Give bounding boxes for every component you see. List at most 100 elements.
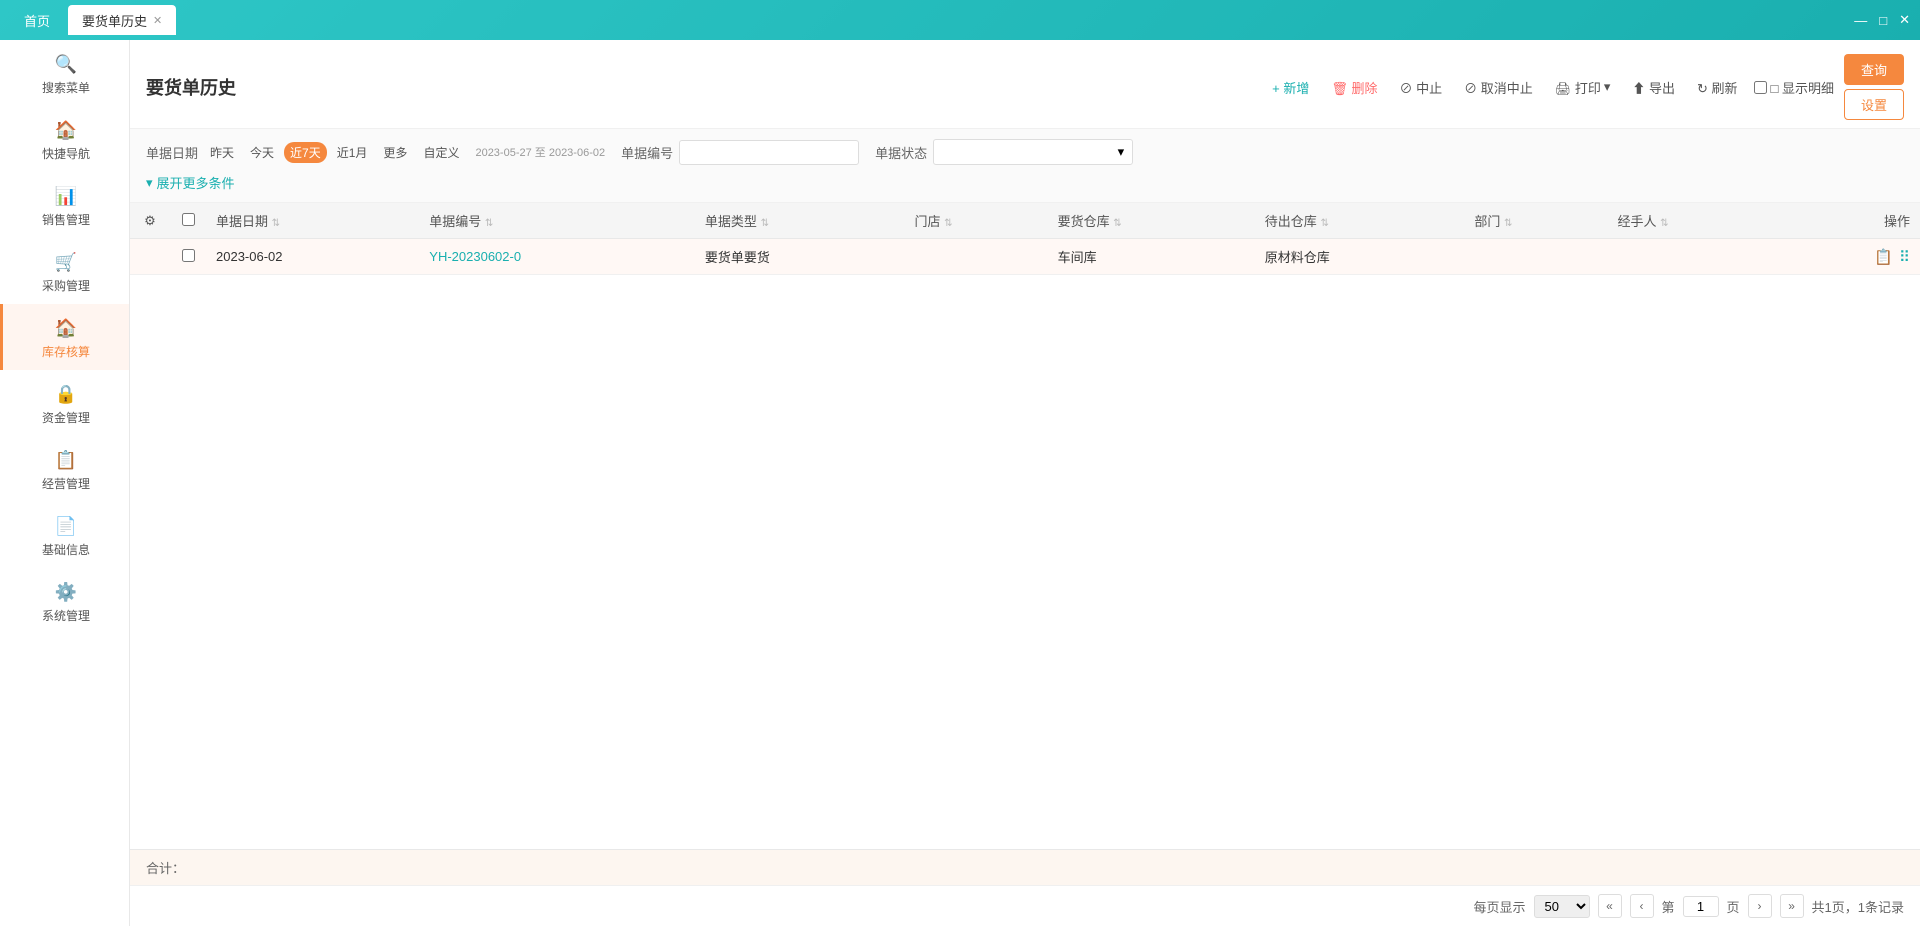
cancel-stop-button-label: ⊘ 取消中止 [1464,78,1533,97]
col-pending-warehouse-sort: ⇅ [1320,218,1328,229]
table-header-row: ⚙ 单据日期 ⇅ 单据编号 ⇅ [130,203,1920,239]
col-checkbox [170,203,206,239]
summary-label: 合计： [146,861,185,876]
sidebar-item-sales-mgmt-label: 销售管理 [42,211,90,228]
sidebar-item-sys-mgmt[interactable]: ⚙️ 系统管理 [0,568,129,634]
row-handler [1607,239,1782,275]
total-info: 共1页，1条记录 [1812,897,1904,916]
filter-status-group: 单据状态 ▾ [875,139,1133,165]
last-page-button[interactable]: » [1780,894,1804,918]
stop-button[interactable]: ⊘ 中止 [1393,74,1448,101]
first-page-button[interactable]: « [1598,894,1622,918]
col-store-label: 门店 [915,214,941,229]
col-doc-date-sort: ⇅ [272,218,280,229]
col-doc-no-sort: ⇅ [485,218,493,229]
col-dept[interactable]: 部门 ⇅ [1464,203,1607,239]
filter-status-label: 单据状态 [875,143,927,162]
tab-close-icon[interactable]: ✕ [153,14,162,27]
row-checkbox[interactable] [182,249,195,262]
date-btn-custom[interactable]: 自定义 [417,142,465,163]
col-pending-warehouse[interactable]: 待出仓库 ⇅ [1255,203,1465,239]
col-settings-icon: ⚙ [144,213,156,228]
sidebar-item-basic-info[interactable]: 📄 基础信息 [0,502,129,568]
page-header: 要货单历史 + 新增 🗑 删除 ⊘ 中止 ⊘ 取消中止 🖨 打印 ▾ [130,40,1920,129]
row-doc-date: 2023-06-02 [206,239,419,275]
sidebar-item-search-menu[interactable]: 🔍 搜索菜单 [0,40,129,106]
col-action-label: 操作 [1884,214,1910,229]
window-minimize-icon[interactable]: — [1854,13,1867,28]
date-btn-last7[interactable]: 近7天 [284,142,327,163]
expand-more-label: 展开更多条件 [157,173,235,192]
sidebar-item-finance[interactable]: 🔒 资金管理 [0,370,129,436]
top-bar: 首页 要货单历史 ✕ — □ ✕ [0,0,1920,40]
tab-requisition-history[interactable]: 要货单历史 ✕ [68,5,176,35]
row-action-cell: 📋 ⠿ [1783,239,1920,275]
filter-doc-no-group: 单据编号 [621,140,859,165]
row-dept [1464,239,1607,275]
date-btn-today[interactable]: 今天 [244,142,280,163]
row-edit-icon[interactable]: 📋 [1874,248,1893,266]
row-doc-no: YH-20230602-0 [419,239,695,275]
date-btn-yesterday[interactable]: 昨天 [204,142,240,163]
page-title: 要货单历史 [146,74,236,100]
date-range-display: 2023-05-27 至 2023-06-02 [475,144,605,160]
query-button[interactable]: 查询 [1844,54,1904,85]
row-more-icon[interactable]: ⠿ [1899,248,1910,266]
sidebar-item-sales-mgmt[interactable]: 📊 销售管理 [0,172,129,238]
per-page-select[interactable]: 50 10 20 100 [1534,895,1590,918]
col-doc-no-label: 单据编号 [429,214,481,229]
row-checkbox-cell [170,239,206,275]
basic-info-icon: 📄 [55,516,77,537]
col-doc-date[interactable]: 单据日期 ⇅ [206,203,419,239]
tab-home[interactable]: 首页 [10,5,64,35]
sidebar-item-quick-nav-label: 快捷导航 [42,145,90,162]
export-button-label: ⬆ 导出 [1632,78,1675,97]
date-btn-last-month[interactable]: 近1月 [331,142,374,163]
col-dept-sort: ⇅ [1504,218,1512,229]
print-button[interactable]: 🖨 打印 ▾ [1549,74,1617,101]
filter-doc-no-input[interactable] [679,140,859,165]
col-settings[interactable]: ⚙ [130,203,170,239]
tab-home-label: 首页 [24,11,50,30]
refresh-button-label: ↻ 刷新 [1697,78,1738,97]
cancel-stop-button[interactable]: ⊘ 取消中止 [1458,74,1539,101]
refresh-button[interactable]: ↻ 刷新 [1691,74,1744,101]
display-toggle-checkbox[interactable] [1754,81,1767,94]
col-doc-type[interactable]: 单据类型 ⇅ [695,203,905,239]
delete-button[interactable]: 🗑 删除 [1325,74,1383,101]
sidebar-item-operations[interactable]: 📋 经营管理 [0,436,129,502]
col-req-warehouse[interactable]: 要货仓库 ⇅ [1048,203,1255,239]
window-close-icon[interactable]: ✕ [1899,12,1910,28]
next-page-button[interactable]: › [1748,894,1772,918]
col-store[interactable]: 门店 ⇅ [905,203,1048,239]
date-btn-more[interactable]: 更多 [377,142,413,163]
filter-doc-no-label: 单据编号 [621,143,673,162]
filter-date-options: 昨天 今天 近7天 近1月 更多 自定义 [204,142,465,163]
expand-more-button[interactable]: ▾ 展开更多条件 [146,173,1904,192]
setting-button[interactable]: 设置 [1844,89,1904,120]
print-dropdown-icon[interactable]: ▾ [1604,79,1611,95]
sidebar-item-quick-nav[interactable]: 🏠 快捷导航 [0,106,129,172]
col-doc-no[interactable]: 单据编号 ⇅ [419,203,695,239]
inventory-icon: 🏠 [55,318,77,339]
delete-button-label: 🗑 删除 [1331,78,1377,97]
row-doc-no-link[interactable]: YH-20230602-0 [429,249,521,264]
col-pending-warehouse-label: 待出仓库 [1265,214,1317,229]
row-req-warehouse: 车间库 [1048,239,1255,275]
page-input[interactable] [1683,896,1719,917]
row-settings-cell [130,239,170,275]
prev-page-button[interactable]: ‹ [1630,894,1654,918]
export-button[interactable]: ⬆ 导出 [1626,74,1681,101]
table-container: ⚙ 单据日期 ⇅ 单据编号 ⇅ [130,203,1920,849]
sidebar-item-basic-info-label: 基础信息 [42,541,90,558]
col-handler-sort: ⇅ [1660,218,1668,229]
select-all-checkbox[interactable] [182,213,195,226]
filter-status-dropdown-icon: ▾ [1118,144,1125,160]
window-restore-icon[interactable]: □ [1879,13,1887,28]
col-handler[interactable]: 经手人 ⇅ [1607,203,1782,239]
display-toggle[interactable]: □ 显示明细 [1754,78,1834,97]
new-button[interactable]: + 新增 [1266,74,1315,101]
filter-status-select[interactable]: ▾ [933,139,1133,165]
sidebar-item-inventory[interactable]: 🏠 库存核算 [0,304,129,370]
sidebar-item-purchase-mgmt[interactable]: 🛒 采购管理 [0,238,129,304]
